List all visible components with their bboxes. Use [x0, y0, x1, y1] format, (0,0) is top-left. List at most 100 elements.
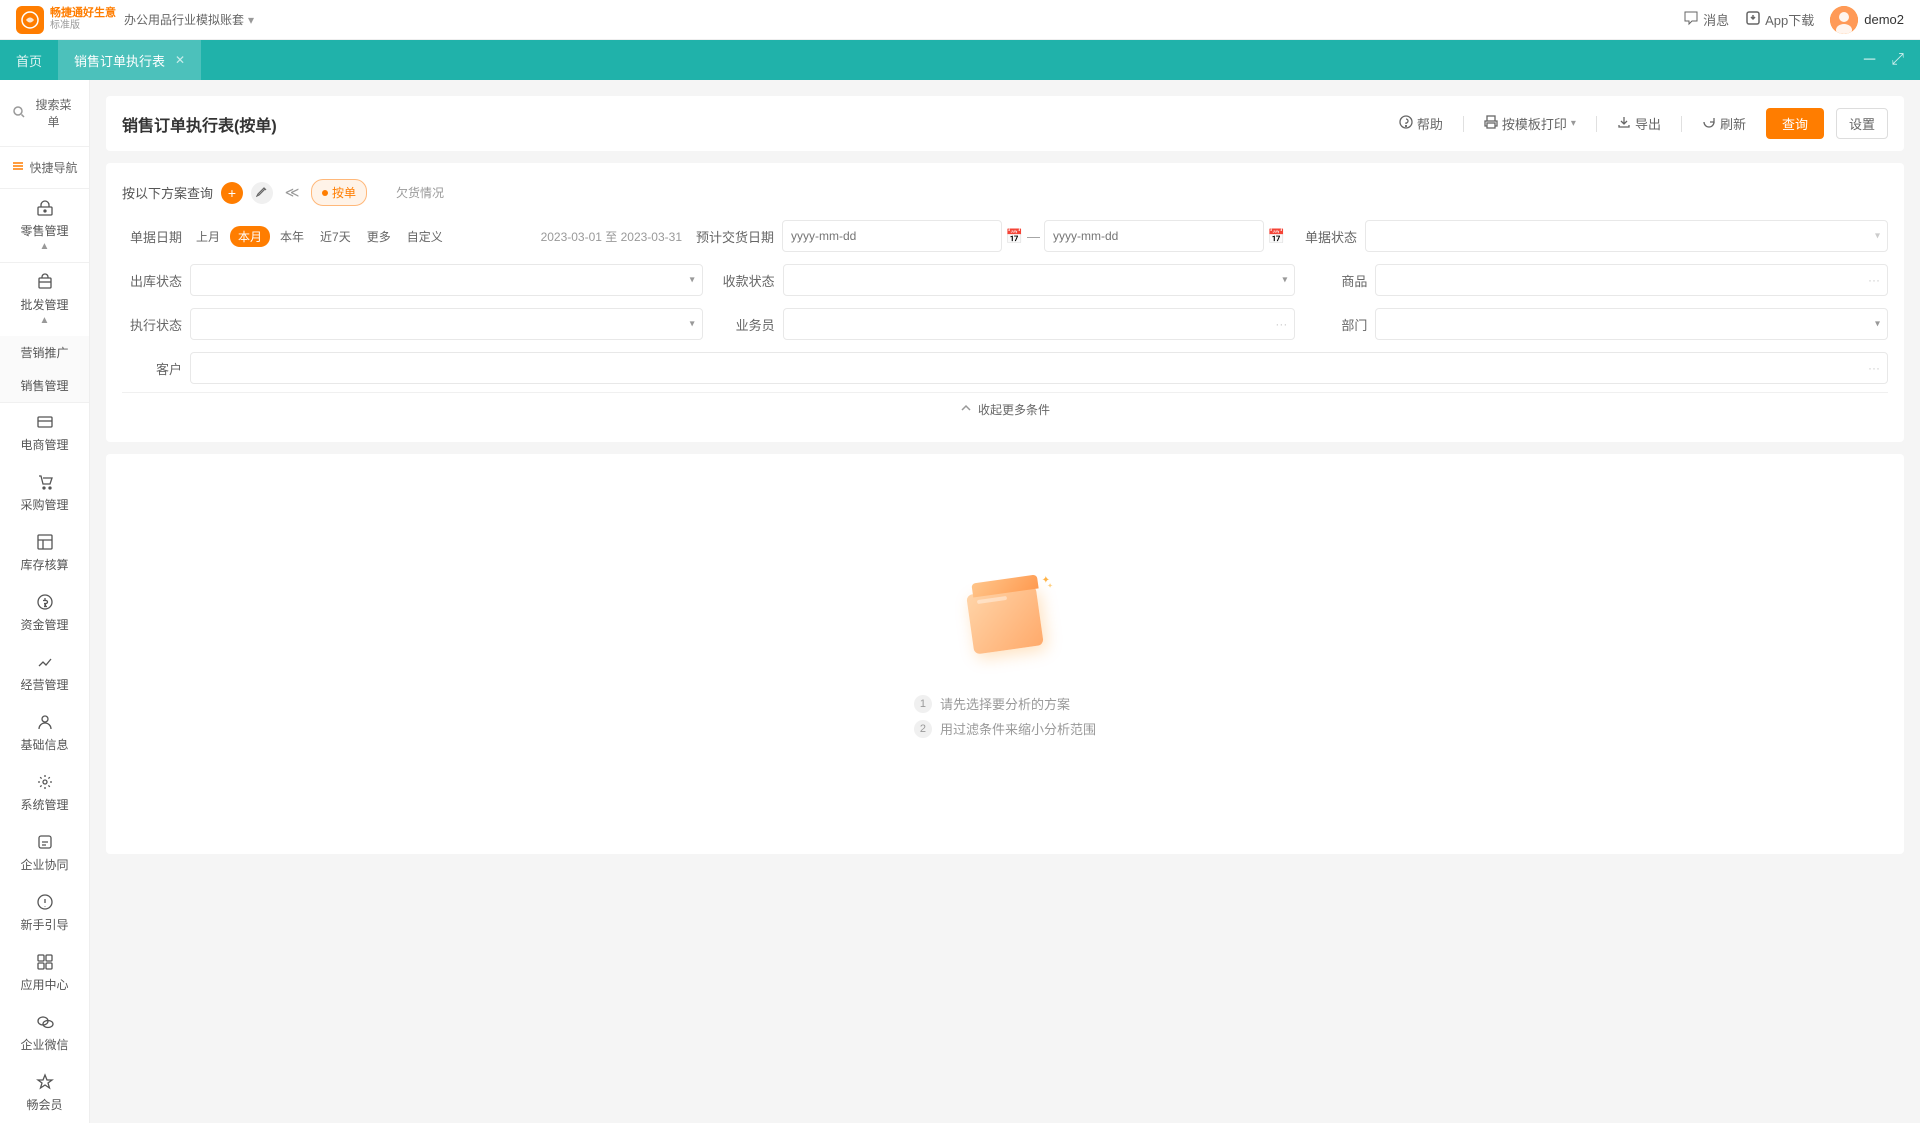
sidebar-item-ecommerce[interactable]: 电商管理 — [0, 403, 89, 463]
sidebar-item-newbie[interactable]: 新手引导 — [0, 883, 89, 943]
date-quick-last-month[interactable]: 上月 — [190, 226, 226, 247]
sidebar-item-wholesale[interactable]: 批发管理 ▲ — [0, 263, 89, 336]
salesperson-more-icon[interactable]: ··· — [1275, 317, 1287, 331]
sidebar-item-marketing[interactable]: 营销推广 — [0, 336, 89, 369]
filter-field-date: 单据日期 上月 本月 本年 近7天 更多 自定义 2023-03-01 至 20… — [122, 226, 682, 247]
tab-sales-exec[interactable]: 销售订单执行表 ✕ — [58, 40, 201, 80]
filter-plan-item-欠货情况[interactable]: 欠货情况 — [375, 179, 455, 206]
message-button[interactable]: 消息 — [1683, 10, 1729, 29]
sidebar-item-purchase[interactable]: 采购管理 — [0, 463, 89, 523]
finance-icon — [36, 593, 54, 614]
collapse-bar[interactable]: 收起更多条件 — [122, 392, 1888, 426]
query-button[interactable]: 查询 — [1766, 108, 1824, 139]
basic-label: 基础信息 — [20, 736, 68, 753]
app-download-button[interactable]: App下载 — [1745, 10, 1814, 29]
inventory-label: 库存核算 — [20, 556, 68, 573]
sidebar-item-retail[interactable]: 零售管理 ▲ — [0, 189, 89, 262]
filter-collapse-plan-button[interactable]: ≪ — [281, 182, 303, 204]
sidebar-item-appstore[interactable]: 应用中心 — [0, 943, 89, 1003]
breadcrumb-arrow-icon: ▾ — [248, 13, 254, 27]
template-print-button[interactable]: 按模板打印 ▾ — [1476, 110, 1584, 137]
exec-status-select[interactable] — [190, 308, 703, 340]
search-icon — [12, 105, 26, 122]
customer-more-icon[interactable]: ··· — [1868, 361, 1880, 375]
goods-more-icon[interactable]: ··· — [1868, 273, 1880, 287]
sidebar-item-wechat[interactable]: 企业微信 — [0, 1003, 89, 1063]
logo-area: 畅捷通好生意 标准版 — [16, 6, 116, 34]
sidebar-item-inventory[interactable]: 库存核算 — [0, 523, 89, 583]
date-quick-7days[interactable]: 近7天 — [314, 226, 357, 247]
date-quick-more[interactable]: 更多 — [361, 226, 397, 247]
hint-num-2: 2 — [914, 720, 932, 738]
sidebar-sub-wholesale: 营销推广 销售管理 — [0, 336, 89, 402]
divider1 — [1463, 116, 1464, 132]
exec-status-label: 执行状态 — [122, 315, 182, 334]
date-label: 单据日期 — [122, 227, 182, 246]
sidebar-item-member[interactable]: 畅会员 — [0, 1063, 89, 1123]
settings-button[interactable]: 设置 — [1836, 108, 1888, 139]
filter-edit-plan-button[interactable] — [251, 182, 273, 204]
empty-hint: 1 请先选择要分析的方案 2 用过滤条件来缩小分析范围 — [914, 694, 1096, 738]
tab-expand-button[interactable]: ⤢ — [1887, 47, 1908, 73]
filter-row-exec: 执行状态 ▾ 业务员 ··· 部门 — [122, 308, 1888, 340]
sidebar-item-finance[interactable]: 资金管理 — [0, 583, 89, 643]
salesperson-input[interactable] — [783, 308, 1296, 340]
filter-rows: 单据日期 上月 本月 本年 近7天 更多 自定义 2023-03-01 至 20… — [122, 220, 1888, 384]
sidebar-item-sales[interactable]: 销售管理 — [0, 369, 89, 402]
expected-date-start-input[interactable] — [782, 220, 1002, 252]
newbie-icon — [36, 893, 54, 914]
sidebar-item-system[interactable]: 系统管理 — [0, 763, 89, 823]
filter-add-plan-button[interactable]: + — [221, 182, 243, 204]
app-download-label: App下载 — [1765, 10, 1814, 29]
appstore-icon — [36, 953, 54, 974]
help-button[interactable]: 帮助 — [1391, 110, 1451, 137]
operations-icon — [36, 653, 54, 674]
hint-text-1: 请先选择要分析的方案 — [940, 694, 1070, 713]
calendar-start-icon[interactable]: 📅 — [1006, 228, 1023, 245]
ecommerce-icon — [36, 413, 54, 434]
export-button[interactable]: 导出 — [1609, 110, 1669, 137]
dept-select[interactable] — [1375, 308, 1888, 340]
user-info[interactable]: demo2 — [1830, 6, 1904, 34]
operations-label: 经营管理 — [20, 676, 68, 693]
sales-label: 销售管理 — [20, 377, 68, 394]
refresh-button[interactable]: 刷新 — [1694, 110, 1754, 137]
payment-status-select[interactable] — [783, 264, 1296, 296]
date-quick-buttons: 上月 本月 本年 近7天 更多 自定义 — [190, 226, 533, 247]
date-range-wrap: 📅 — 📅 — [782, 220, 1285, 252]
filter-field-payment-status: 收款状态 ▾ — [715, 264, 1296, 296]
customer-input[interactable] — [190, 352, 1888, 384]
salesperson-input-wrap: ··· — [783, 308, 1296, 340]
wholesale-icon — [36, 273, 54, 294]
breadcrumb[interactable]: 办公用品行业模拟账套 ▾ — [124, 11, 254, 28]
ship-status-select[interactable] — [190, 264, 703, 296]
payment-status-select-wrap: ▾ — [783, 264, 1296, 296]
filter-plan-item-label: 按单 — [332, 184, 356, 201]
page-title: 销售订单执行表(按单) — [122, 112, 277, 136]
goods-input[interactable] — [1375, 264, 1888, 296]
filter-field-goods: 商品 ··· — [1307, 264, 1888, 296]
date-quick-this-year[interactable]: 本年 — [274, 226, 310, 247]
search-menu-button[interactable]: 搜索菜单 — [8, 90, 81, 136]
expected-date-end-input[interactable] — [1044, 220, 1264, 252]
sidebar-item-operations[interactable]: 经营管理 — [0, 643, 89, 703]
tab-home[interactable]: 首页 — [0, 40, 58, 80]
settings-label: 设置 — [1849, 114, 1875, 133]
wholesale-arrow-icon: ▲ — [40, 315, 50, 326]
sidebar-item-basic[interactable]: 基础信息 — [0, 703, 89, 763]
date-quick-this-month[interactable]: 本月 — [230, 226, 270, 247]
export-label: 导出 — [1635, 114, 1661, 133]
system-icon — [36, 773, 54, 794]
date-quick-custom[interactable]: 自定义 — [401, 226, 449, 247]
export-icon — [1617, 115, 1631, 132]
filter-field-doc-status: 单据状态 ▾ — [1297, 220, 1888, 252]
sidebar-item-retail-label: 零售管理 — [20, 222, 68, 239]
sidebar-item-enterprise[interactable]: 企业协同 — [0, 823, 89, 883]
filter-plan-item-按单[interactable]: 按单 — [311, 179, 367, 206]
doc-status-input[interactable] — [1365, 220, 1888, 252]
tab-minimize-button[interactable]: ─ — [1860, 47, 1879, 73]
calendar-end-icon[interactable]: 📅 — [1268, 228, 1285, 245]
tab-close-icon[interactable]: ✕ — [175, 53, 185, 67]
collapse-up-icon — [960, 402, 972, 417]
quick-nav-button[interactable]: 快捷导航 — [0, 153, 89, 182]
